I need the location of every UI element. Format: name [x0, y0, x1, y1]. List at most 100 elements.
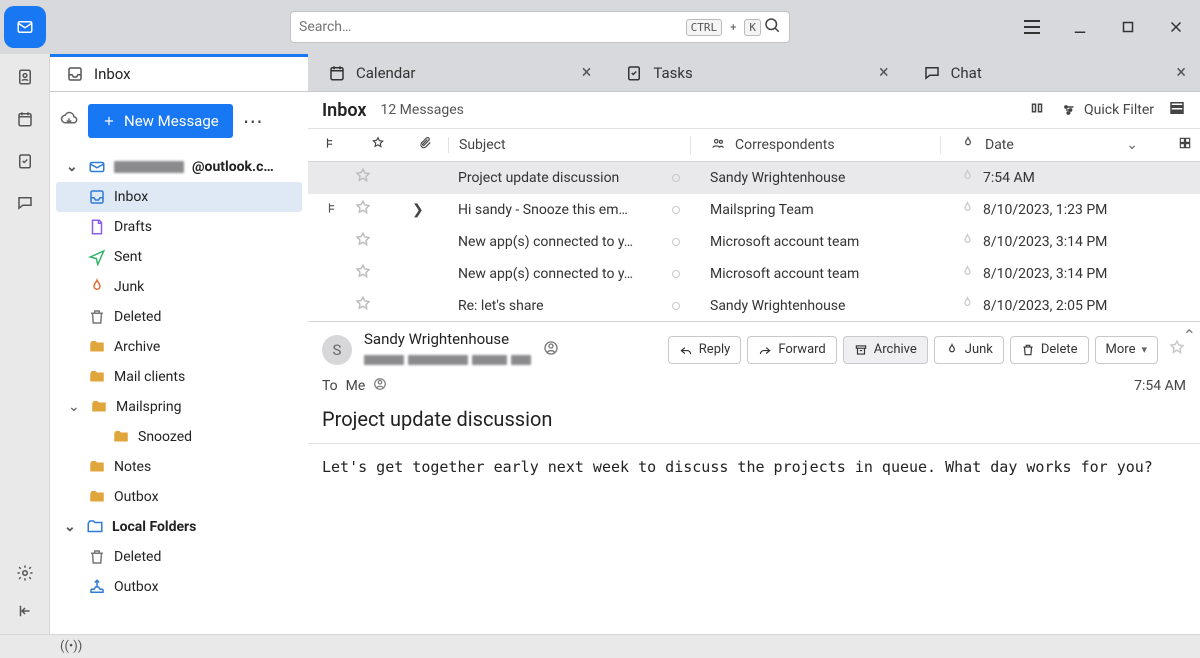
- maximize-button[interactable]: [1104, 0, 1152, 54]
- row-correspondent: Microsoft account team: [710, 266, 859, 282]
- message-row[interactable]: Re: let's shareSandy Wrightenhouse8/10/2…: [308, 290, 1200, 322]
- close-icon[interactable]: ×: [879, 62, 889, 83]
- tab-calendar[interactable]: Calendar ×: [308, 54, 605, 91]
- chevron-down-icon: ⌄: [68, 399, 82, 415]
- tab-inbox[interactable]: Inbox: [50, 54, 308, 91]
- star-icon[interactable]: [354, 199, 372, 221]
- settings-icon[interactable]: [16, 564, 34, 586]
- forward-button[interactable]: Forward: [747, 336, 836, 364]
- folder-deleted[interactable]: Deleted: [56, 302, 302, 332]
- star-icon[interactable]: [354, 263, 372, 285]
- star-column-icon[interactable]: [371, 136, 385, 154]
- message-row[interactable]: Project update discussionSandy Wrightenh…: [308, 162, 1200, 194]
- close-icon[interactable]: ×: [1176, 62, 1186, 83]
- account-name-redacted: [114, 161, 184, 173]
- folder-drafts-label: Drafts: [114, 219, 152, 235]
- tab-tasks[interactable]: Tasks ×: [605, 54, 902, 91]
- folder-drafts[interactable]: Drafts: [56, 212, 302, 242]
- delete-button[interactable]: Delete: [1010, 336, 1089, 364]
- row-date: 8/10/2023, 3:14 PM: [983, 234, 1107, 250]
- space-tasks-icon[interactable]: [16, 152, 34, 174]
- folder-archive[interactable]: Archive: [56, 332, 302, 362]
- folder-icon: [112, 428, 130, 446]
- close-icon[interactable]: ×: [582, 62, 592, 83]
- tab-calendar-label: Calendar: [356, 64, 416, 82]
- column-date[interactable]: Date ⌄: [940, 136, 1200, 154]
- space-chat-icon[interactable]: [16, 194, 34, 216]
- star-icon[interactable]: [354, 167, 372, 189]
- collapse-sidebar-icon[interactable]: [16, 602, 34, 624]
- folder-inbox[interactable]: Inbox: [56, 182, 302, 212]
- more-actions-button[interactable]: More▾: [1095, 336, 1158, 364]
- folder-sent[interactable]: Sent: [56, 242, 302, 272]
- space-calendar-icon[interactable]: [16, 110, 34, 132]
- new-message-button[interactable]: New Message: [88, 104, 233, 138]
- message-time: 7:54 AM: [1134, 378, 1186, 394]
- folder-junk-label: Junk: [114, 279, 144, 295]
- app-icon[interactable]: [4, 6, 46, 48]
- tag-dot: [672, 238, 680, 246]
- close-button[interactable]: [1152, 0, 1200, 54]
- app-menu-button[interactable]: [1008, 0, 1056, 54]
- star-icon[interactable]: [354, 231, 372, 253]
- local-outbox-label: Outbox: [114, 579, 159, 595]
- more-recipients-icon[interactable]: [543, 340, 559, 360]
- space-address-book-icon[interactable]: [16, 68, 34, 90]
- inbox-icon: [88, 188, 106, 206]
- folder-snoozed[interactable]: Snoozed: [56, 422, 302, 452]
- window-controls: [1008, 0, 1200, 54]
- tag-dot: [672, 174, 680, 182]
- kbd-k: K: [744, 19, 761, 36]
- column-headers: Subject Correspondents Date ⌄: [308, 128, 1200, 162]
- column-correspondents[interactable]: Correspondents: [690, 136, 940, 154]
- folder-mailclients[interactable]: Mail clients: [56, 362, 302, 392]
- message-row[interactable]: New app(s) connected to y…Microsoft acco…: [308, 258, 1200, 290]
- archive-button[interactable]: Archive: [843, 336, 928, 364]
- row-date: 8/10/2023, 1:23 PM: [983, 202, 1107, 218]
- flame-icon: [960, 201, 975, 220]
- search-input[interactable]: [299, 19, 684, 35]
- contact-icon[interactable]: [373, 377, 387, 395]
- folder-junk[interactable]: Junk: [56, 272, 302, 302]
- unread-toggle-icon[interactable]: [1028, 99, 1046, 121]
- attachment-column-icon[interactable]: [418, 136, 432, 154]
- spaces-strip: [0, 54, 50, 634]
- local-deleted[interactable]: Deleted: [56, 542, 302, 572]
- sent-icon: [88, 248, 106, 266]
- message-row[interactable]: ❯Hi sandy - Snooze this em…Mailspring Te…: [308, 194, 1200, 226]
- search-icon[interactable]: [763, 16, 781, 38]
- folder-pane-more-icon[interactable]: ⋯: [243, 109, 265, 133]
- tab-chat[interactable]: Chat ×: [903, 54, 1200, 91]
- local-outbox[interactable]: Outbox: [56, 572, 302, 602]
- scroll-up-icon[interactable]: ⌃: [1183, 326, 1196, 345]
- tab-chat-label: Chat: [951, 64, 982, 82]
- row-subject: Hi sandy - Snooze this em…: [458, 202, 628, 218]
- column-subject[interactable]: Subject: [448, 137, 690, 153]
- flame-icon: [961, 136, 975, 154]
- quick-filter-button[interactable]: Quick Filter: [1060, 101, 1154, 119]
- online-status-icon: ((•)): [60, 639, 82, 654]
- thread-column-icon[interactable]: [324, 136, 338, 154]
- get-messages-icon[interactable]: [60, 110, 78, 132]
- folder-outbox[interactable]: Outbox: [56, 482, 302, 512]
- chevron-right-icon[interactable]: ❯: [412, 202, 424, 218]
- row-date: 8/10/2023, 3:14 PM: [983, 266, 1107, 282]
- chevron-down-icon: ⌄: [64, 519, 78, 535]
- global-search[interactable]: CTRL + K: [290, 11, 790, 43]
- folder-notes[interactable]: Notes: [56, 452, 302, 482]
- avatar: S: [322, 335, 352, 365]
- flame-icon: [960, 169, 975, 188]
- reply-button[interactable]: Reply: [668, 336, 742, 364]
- junk-button[interactable]: Junk: [934, 336, 1004, 364]
- folder-mailclients-label: Mail clients: [114, 369, 185, 385]
- folder-mailspring[interactable]: ⌄ Mailspring: [56, 392, 302, 422]
- message-row[interactable]: New app(s) connected to y…Microsoft acco…: [308, 226, 1200, 258]
- star-icon[interactable]: [354, 295, 372, 317]
- display-options-icon[interactable]: [1168, 99, 1186, 121]
- account-row[interactable]: ⌄ @outlook.c…: [56, 152, 302, 182]
- local-folders-row[interactable]: ⌄ Local Folders: [56, 512, 302, 542]
- minimize-button[interactable]: [1056, 0, 1104, 54]
- flame-icon: [960, 265, 975, 284]
- column-picker-icon[interactable]: [1178, 136, 1192, 154]
- message-body: Let's get together early next week to di…: [308, 443, 1200, 490]
